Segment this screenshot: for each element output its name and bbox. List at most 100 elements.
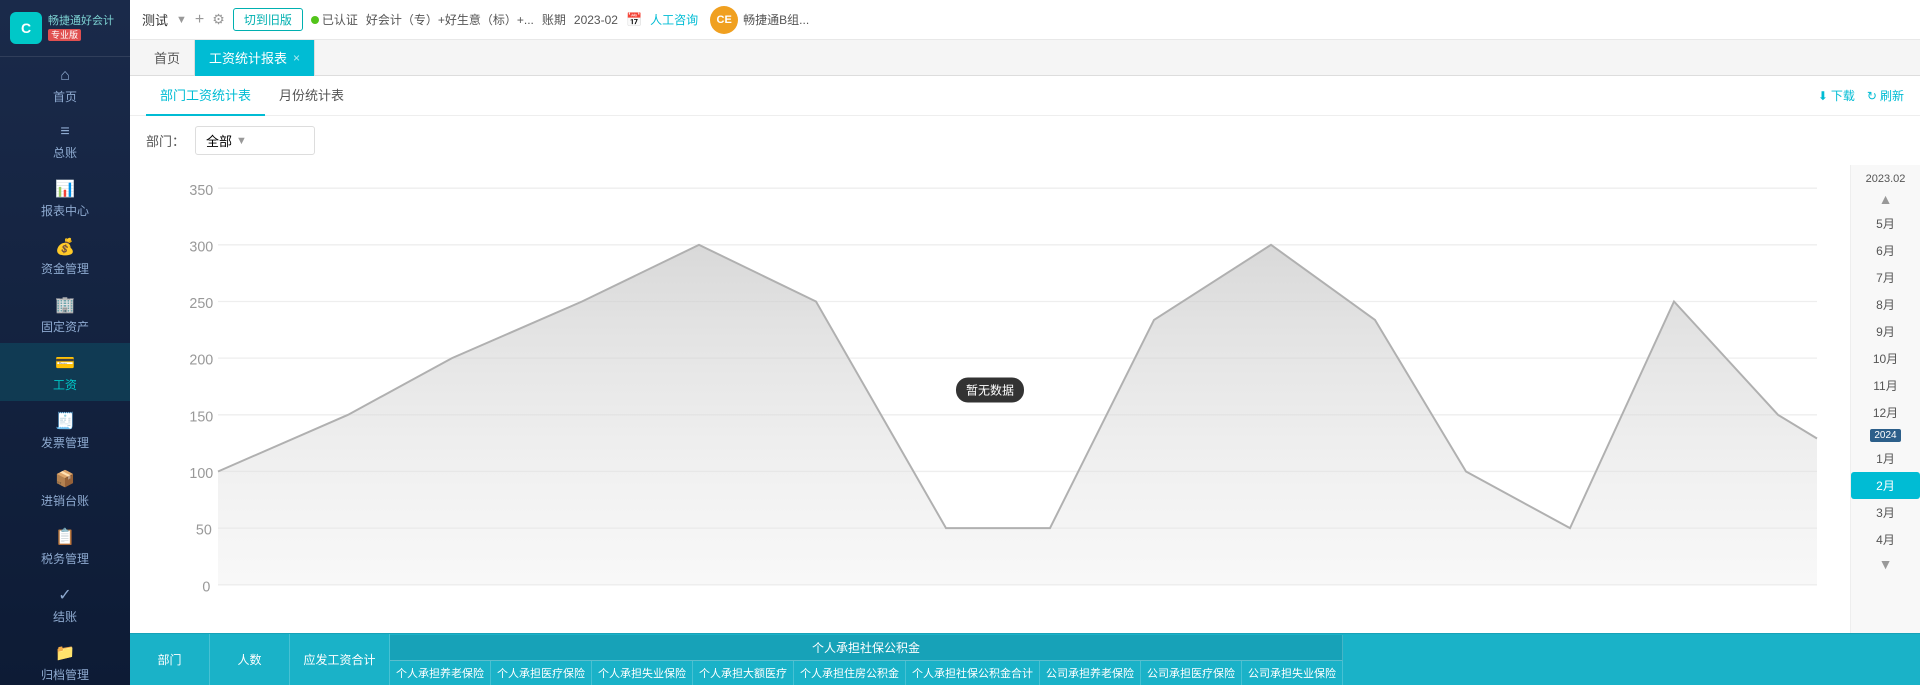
date-panel-month-4[interactable]: 4月	[1851, 526, 1920, 553]
sub-tab-dept-label: 部门工资统计表	[160, 85, 251, 104]
salary-icon: 💳	[55, 353, 75, 373]
date-panel: 2023.02 ▲ 5月 6月 7月 8月 9月 10月 11月 12月 202…	[1850, 165, 1920, 633]
dept-filter-select[interactable]: 全部 ▼	[195, 126, 315, 155]
settings-button[interactable]: ⚙	[212, 11, 225, 28]
col-company-pension: 公司承担养老保险	[1040, 661, 1141, 685]
sales-icon: 📦	[55, 469, 75, 489]
support-link[interactable]: 人工咨询	[650, 11, 698, 28]
add-button[interactable]: +	[195, 11, 204, 29]
tab-close-icon[interactable]: ×	[293, 51, 300, 65]
date-panel-month-8[interactable]: 8月	[1851, 291, 1920, 318]
sub-tab-month[interactable]: 月份统计表	[265, 76, 358, 116]
sidebar-item-label: 结账	[53, 608, 77, 625]
col-count: 人数	[210, 634, 290, 685]
sidebar-item-ledger[interactable]: ≡ 总账	[0, 113, 130, 169]
date-panel-month-2[interactable]: 2月	[1851, 472, 1920, 499]
sidebar-item-home[interactable]: ⌂ 首页	[0, 57, 130, 113]
sidebar-item-assets[interactable]: 🏢 固定资产	[0, 285, 130, 343]
user-avatar: CE	[710, 6, 738, 34]
download-button[interactable]: ⬇ 下载	[1818, 87, 1855, 104]
user-name: 畅捷通B组...	[743, 11, 809, 28]
date-panel-month-1[interactable]: 1月	[1851, 445, 1920, 472]
col-dept: 部门	[130, 634, 210, 685]
period-value: 2023-02	[574, 13, 618, 27]
col-group-header: 个人承担社保公积金	[390, 635, 1343, 661]
sidebar-item-label: 归档管理	[41, 666, 89, 683]
sidebar-item-sales[interactable]: 📦 进销台账	[0, 459, 130, 517]
sidebar-item-salary[interactable]: 💳 工资	[0, 343, 130, 401]
col-group-personal: 个人承担社保公积金 个人承担养老保险 个人承担医疗保险 个人承担失业保险 个人承…	[390, 635, 1343, 685]
download-label: 下载	[1831, 87, 1855, 104]
sidebar-item-funds[interactable]: 💰 资金管理	[0, 227, 130, 285]
svg-text:300: 300	[189, 239, 213, 255]
tax-icon: 📋	[55, 527, 75, 547]
invoice-icon: 🧾	[55, 411, 75, 431]
date-panel-month-6[interactable]: 6月	[1851, 237, 1920, 264]
svg-text:350: 350	[189, 183, 213, 199]
main-area: 测试 ▼ + ⚙ 切到旧版 已认证 好会计（专）+好生意（标）+... 账期 2…	[130, 0, 1920, 685]
tab-salary[interactable]: 工资统计报表 ×	[195, 40, 315, 76]
sidebar-item-invoice[interactable]: 🧾 发票管理	[0, 401, 130, 459]
app-logo: C 畅捷通好会计 专业版	[0, 0, 130, 57]
sidebar-item-label: 报表中心	[41, 202, 89, 219]
date-panel-month-7[interactable]: 7月	[1851, 264, 1920, 291]
filter-dropdown-icon: ▼	[236, 135, 247, 147]
sidebar-item-settle[interactable]: ✓ 结账	[0, 575, 130, 633]
refresh-icon: ↻	[1867, 89, 1877, 103]
refresh-button[interactable]: ↻ 刷新	[1867, 87, 1904, 104]
sidebar-item-label: 工资	[53, 376, 77, 393]
sidebar-item-label: 固定资产	[41, 318, 89, 335]
date-panel-month-9[interactable]: 9月	[1851, 318, 1920, 345]
date-panel-year-display[interactable]: 2023.02	[1851, 170, 1920, 188]
svg-text:0: 0	[202, 579, 210, 595]
date-panel-month-12[interactable]: 12月	[1851, 399, 1920, 426]
archive-icon: 📁	[55, 643, 75, 663]
col-company-medical: 公司承担医疗保险	[1141, 661, 1242, 685]
funds-icon: 💰	[55, 237, 75, 257]
sidebar-item-label: 发票管理	[41, 434, 89, 451]
filter-label: 部门：	[146, 131, 185, 150]
assets-icon: 🏢	[55, 295, 75, 315]
date-panel-down-icon[interactable]: ▼	[1876, 553, 1896, 575]
date-panel-month-11[interactable]: 11月	[1851, 372, 1920, 399]
sub-tab-dept[interactable]: 部门工资统计表	[146, 76, 265, 116]
period-label: 账期	[542, 11, 566, 28]
sidebar-item-label: 税务管理	[41, 550, 89, 567]
sidebar-item-archive[interactable]: 📁 归档管理	[0, 633, 130, 685]
col-personal-major-medical: 个人承担大额医疗	[693, 661, 794, 685]
switch-version-button[interactable]: 切到旧版	[233, 8, 303, 31]
tab-salary-label: 工资统计报表	[209, 48, 287, 67]
date-panel-month-3[interactable]: 3月	[1851, 499, 1920, 526]
ledger-icon: ≡	[60, 123, 69, 141]
sidebar-item-label: 进销台账	[41, 492, 89, 509]
year-badge-2024[interactable]: 2024	[1870, 429, 1900, 442]
refresh-label: 刷新	[1880, 87, 1904, 104]
company-dropdown-icon[interactable]: ▼	[176, 14, 187, 26]
filter-value: 全部	[206, 131, 232, 150]
col-personal-total: 个人承担社保公积金合计	[906, 661, 1040, 685]
calendar-icon[interactable]: 📅	[626, 12, 642, 28]
date-panel-month-5[interactable]: 5月	[1851, 210, 1920, 237]
settle-icon: ✓	[58, 585, 71, 605]
status-text: 已认证	[322, 11, 358, 28]
svg-text:50: 50	[196, 523, 212, 539]
sidebar-item-reports[interactable]: 📊 报表中心	[0, 169, 130, 227]
filter-bar: 部门： 全部 ▼	[130, 116, 1920, 165]
sub-tab-month-label: 月份统计表	[279, 85, 344, 104]
logo-text: 畅捷通好会计 专业版	[48, 14, 114, 43]
col-total-salary: 应发工资合计	[290, 634, 390, 685]
tab-bar: 首页 工资统计报表 ×	[130, 40, 1920, 76]
svg-text:200: 200	[189, 353, 213, 369]
tab-home[interactable]: 首页	[140, 40, 195, 76]
content-area: 部门工资统计表 月份统计表 ⬇ 下载 ↻ 刷新 部门： 全部 ▼	[130, 76, 1920, 685]
date-panel-up-icon[interactable]: ▲	[1876, 188, 1896, 210]
svg-text:150: 150	[189, 409, 213, 425]
col-company-unemployment: 公司承担失业保险	[1242, 661, 1343, 685]
col-personal-pension: 个人承担养老保险	[390, 661, 491, 685]
col-personal-unemployment: 个人承担失业保险	[592, 661, 693, 685]
sidebar-item-label: 总账	[53, 144, 77, 161]
date-panel-month-10[interactable]: 10月	[1851, 345, 1920, 372]
sidebar-item-tax[interactable]: 📋 税务管理	[0, 517, 130, 575]
tags-text: 好会计（专）+好生意（标）+...	[366, 11, 534, 28]
sub-tabs: 部门工资统计表 月份统计表 ⬇ 下载 ↻ 刷新	[130, 76, 1920, 116]
